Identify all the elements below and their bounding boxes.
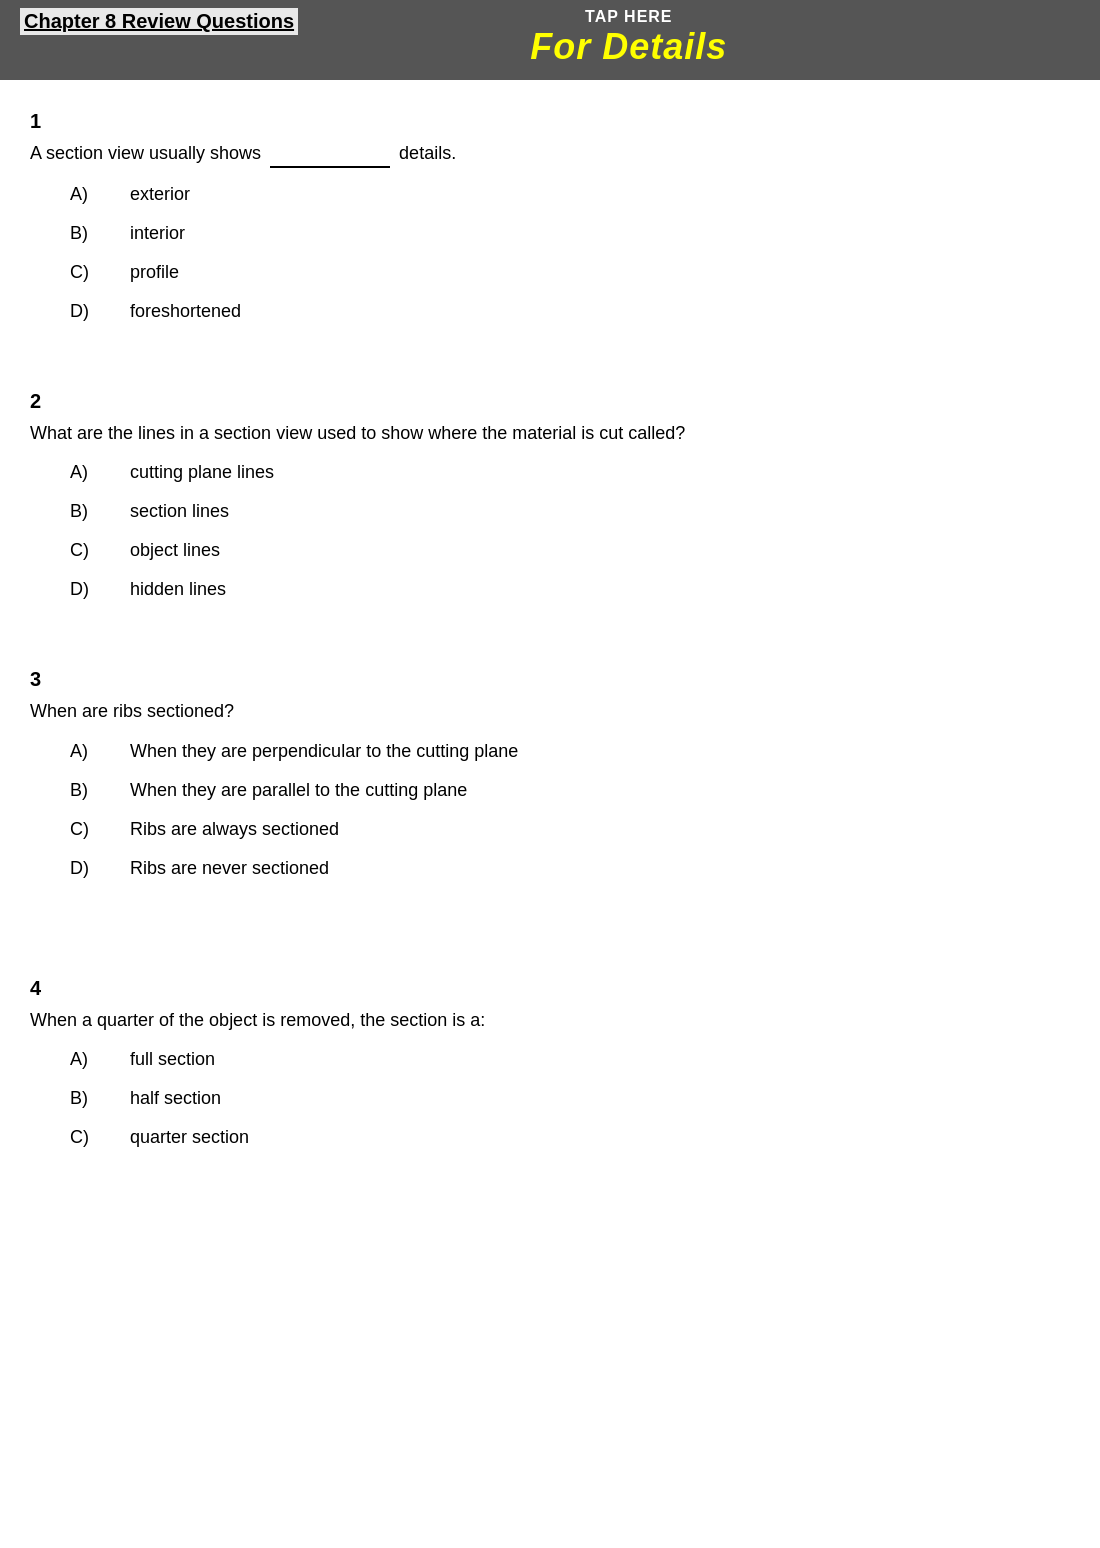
blank-1 [270,141,390,168]
option-3c-text: Ribs are always sectioned [130,819,339,840]
option-1d-letter: D) [70,301,130,322]
option-1c-letter: C) [70,262,130,283]
option-4a-letter: A) [70,1049,130,1070]
option-4c[interactable]: C) quarter section [70,1127,1070,1148]
tap-here-banner[interactable]: TAP HERE For Details [530,8,727,68]
option-1d[interactable]: D) foreshortened [70,301,1070,322]
option-2a[interactable]: A) cutting plane lines [70,462,1070,483]
option-2d-letter: D) [70,579,130,600]
question-1: 1 A section view usually shows details. … [30,110,1070,322]
option-3b-letter: B) [70,780,130,801]
option-2a-letter: A) [70,462,130,483]
option-4b-text: half section [130,1088,221,1109]
tap-here-top-text: TAP HERE [530,8,727,26]
divider-2-3 [30,618,1070,648]
question-4-number: 4 [30,977,1070,1000]
question-3-number: 3 [30,668,1070,691]
option-3b-text: When they are parallel to the cutting pl… [130,780,467,801]
divider-3-4b [30,927,1070,957]
option-3a-letter: A) [70,741,130,762]
question-2-number: 2 [30,390,1070,413]
question-2-text: What are the lines in a section view use… [30,421,1070,446]
question-3: 3 When are ribs sectioned? A) When they … [30,668,1070,878]
option-1b[interactable]: B) interior [70,223,1070,244]
question-4: 4 When a quarter of the object is remove… [30,977,1070,1148]
option-2a-text: cutting plane lines [130,462,274,483]
option-2b[interactable]: B) section lines [70,501,1070,522]
option-2d-text: hidden lines [130,579,226,600]
question-3-text: When are ribs sectioned? [30,699,1070,724]
option-1c[interactable]: C) profile [70,262,1070,283]
option-3d-letter: D) [70,858,130,879]
divider-3-4 [30,897,1070,927]
question-1-number: 1 [30,110,1070,133]
question-2-options: A) cutting plane lines B) section lines … [70,462,1070,600]
option-1b-letter: B) [70,223,130,244]
option-2d[interactable]: D) hidden lines [70,579,1070,600]
question-2: 2 What are the lines in a section view u… [30,390,1070,600]
option-2b-text: section lines [130,501,229,522]
option-2c[interactable]: C) object lines [70,540,1070,561]
tap-here-main-text: For Details [530,26,727,68]
question-3-options: A) When they are perpendicular to the cu… [70,741,1070,879]
option-3d[interactable]: D) Ribs are never sectioned [70,858,1070,879]
option-2c-text: object lines [130,540,220,561]
option-2b-letter: B) [70,501,130,522]
option-1c-text: profile [130,262,179,283]
option-1b-text: interior [130,223,185,244]
option-4a-text: full section [130,1049,215,1070]
option-3a[interactable]: A) When they are perpendicular to the cu… [70,741,1070,762]
option-3c[interactable]: C) Ribs are always sectioned [70,819,1070,840]
option-1a-letter: A) [70,184,130,205]
question-1-text: A section view usually shows details. [30,141,1070,168]
option-4b[interactable]: B) half section [70,1088,1070,1109]
option-3b[interactable]: B) When they are parallel to the cutting… [70,780,1070,801]
option-2c-letter: C) [70,540,130,561]
option-1a[interactable]: A) exterior [70,184,1070,205]
option-3a-text: When they are perpendicular to the cutti… [130,741,518,762]
chapter-title: Chapter 8 Review Questions [20,8,298,35]
divider-1-2 [30,340,1070,370]
option-4c-letter: C) [70,1127,130,1148]
question-1-options: A) exterior B) interior C) profile D) fo… [70,184,1070,322]
option-4c-text: quarter section [130,1127,249,1148]
option-1a-text: exterior [130,184,190,205]
question-4-text: When a quarter of the object is removed,… [30,1008,1070,1033]
question-4-options: A) full section B) half section C) quart… [70,1049,1070,1148]
content-area: 1 A section view usually shows details. … [0,80,1100,1196]
header-bar: Chapter 8 Review Questions TAP HERE For … [0,0,1100,80]
option-4a[interactable]: A) full section [70,1049,1070,1070]
option-4b-letter: B) [70,1088,130,1109]
option-3c-letter: C) [70,819,130,840]
option-1d-text: foreshortened [130,301,241,322]
option-3d-text: Ribs are never sectioned [130,858,329,879]
